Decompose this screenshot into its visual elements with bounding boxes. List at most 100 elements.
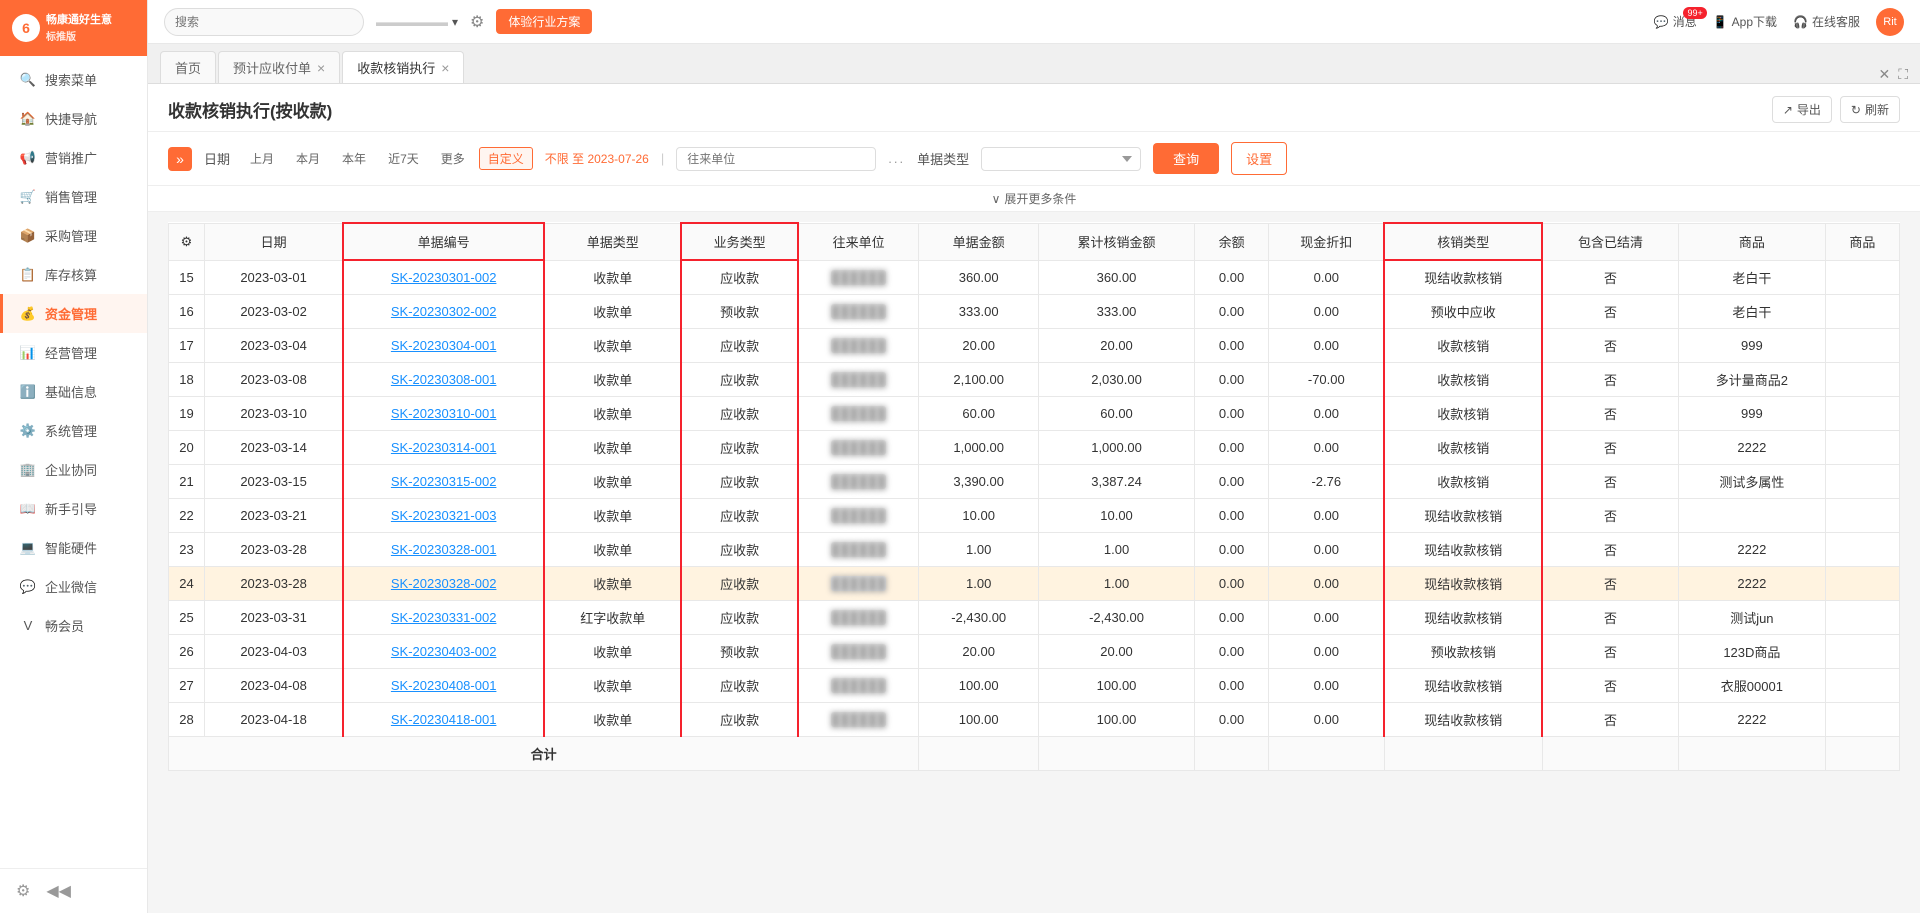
totals-goods2 — [1825, 737, 1899, 771]
date-chip-more[interactable]: 更多 — [433, 148, 473, 169]
row-amount: 333.00 — [919, 295, 1039, 329]
row-included: 否 — [1542, 601, 1678, 635]
th-partner[interactable]: 往来单位 — [798, 223, 919, 260]
online-service-link[interactable]: 🎧 在线客服 — [1793, 13, 1860, 30]
workspace-dropdown[interactable]: ▬▬▬▬▬▬ ▾ — [376, 15, 458, 29]
row-goods: 衣服00001 — [1678, 669, 1825, 703]
expand-more-button[interactable]: ∨ 展开更多条件 — [992, 190, 1077, 207]
doc-no-link[interactable]: SK-20230304-001 — [391, 338, 497, 353]
th-balance[interactable]: 余额 — [1195, 223, 1269, 260]
sidebar-item-inventory[interactable]: 📋 库存核算 — [0, 255, 147, 294]
row-discount: 0.00 — [1269, 295, 1385, 329]
doc-no-link[interactable]: SK-20230310-001 — [391, 406, 497, 421]
doc-no-link[interactable]: SK-20230314-001 — [391, 440, 497, 455]
sidebar-item-system[interactable]: ⚙️ 系统管理 — [0, 411, 147, 450]
row-goods: 999 — [1678, 397, 1825, 431]
messages-badge[interactable]: 💬 消息 99+ — [1654, 13, 1697, 30]
filter-settings-button[interactable]: 设置 — [1231, 142, 1287, 175]
row-goods2 — [1825, 397, 1899, 431]
doc-no-link[interactable]: SK-20230418-001 — [391, 712, 497, 727]
row-included: 否 — [1542, 363, 1678, 397]
th-writeoff-type[interactable]: 核销类型 — [1384, 223, 1542, 260]
th-writeoff-amount[interactable]: 累计核销金额 — [1039, 223, 1195, 260]
date-chip-7days[interactable]: 近7天 — [380, 148, 427, 169]
sidebar-item-sales[interactable]: 🛒 销售管理 — [0, 177, 147, 216]
sidebar-item-operation[interactable]: 📊 经营管理 — [0, 333, 147, 372]
app-download-link[interactable]: 📱 App下载 — [1713, 13, 1777, 30]
page-header: 收款核销执行(按收款) ↗ 导出 ↻ 刷新 — [148, 84, 1920, 132]
row-doc-no: SK-20230310-001 — [343, 397, 544, 431]
expand-tab-button[interactable]: ⛶ — [1898, 66, 1908, 83]
sidebar-item-guide[interactable]: 📖 新手引导 — [0, 489, 147, 528]
row-date: 2023-03-28 — [205, 567, 344, 601]
gear-icon[interactable]: ⚙ — [470, 12, 484, 32]
th-discount[interactable]: 现金折扣 — [1269, 223, 1385, 260]
sidebar-item-label-enterprise: 企业协同 — [45, 460, 97, 479]
tab-receivable-close-icon[interactable]: × — [317, 61, 325, 75]
date-chip-custom[interactable]: 自定义 — [479, 147, 533, 170]
row-balance: 0.00 — [1195, 465, 1269, 499]
doc-no-link[interactable]: SK-20230328-001 — [391, 542, 497, 557]
operation-icon: 📊 — [19, 344, 37, 362]
sidebar-item-marketing[interactable]: 📢 营销推广 — [0, 138, 147, 177]
doc-no-link[interactable]: SK-20230302-002 — [391, 304, 497, 319]
th-settings[interactable]: ⚙ — [169, 223, 205, 260]
user-avatar[interactable]: Rit — [1876, 8, 1904, 36]
tab-writeoff-close-icon[interactable]: × — [441, 61, 449, 75]
export-button[interactable]: ↗ 导出 — [1772, 96, 1832, 123]
th-biz-type[interactable]: 业务类型 — [681, 223, 798, 260]
sidebar-item-enterprise[interactable]: 🏢 企业协同 — [0, 450, 147, 489]
voucher-type-select[interactable] — [981, 147, 1141, 171]
th-date[interactable]: 日期 — [205, 223, 344, 260]
row-partner: ██████ — [798, 295, 919, 329]
sidebar-item-search[interactable]: 🔍 搜索菜单 — [0, 60, 147, 99]
refresh-button[interactable]: ↻ 刷新 — [1840, 96, 1900, 123]
search-input[interactable] — [164, 8, 364, 36]
tab-home[interactable]: 首页 — [160, 51, 216, 83]
sidebar-item-label-system: 系统管理 — [45, 421, 97, 440]
sidebar-item-purchase[interactable]: 📦 采购管理 — [0, 216, 147, 255]
row-balance: 0.00 — [1195, 533, 1269, 567]
sidebar-item-hardware[interactable]: 💻 智能硬件 — [0, 528, 147, 567]
tab-receivable[interactable]: 预计应收付单 × — [218, 51, 340, 83]
sidebar-item-member[interactable]: V 畅会员 — [0, 606, 147, 645]
date-chip-this-year[interactable]: 本年 — [334, 148, 374, 169]
query-button[interactable]: 查询 — [1153, 143, 1219, 174]
tab-writeoff[interactable]: 收款核销执行 × — [342, 51, 464, 83]
industry-solution-button[interactable]: 体验行业方案 — [496, 9, 592, 34]
inventory-icon: 📋 — [19, 266, 37, 284]
th-goods[interactable]: 商品 — [1678, 223, 1825, 260]
doc-no-link[interactable]: SK-20230321-003 — [391, 508, 497, 523]
filter-expand-button[interactable]: » — [168, 147, 192, 171]
partner-filter-input[interactable] — [676, 147, 876, 171]
sidebar-item-basic[interactable]: ℹ️ 基础信息 — [0, 372, 147, 411]
logo-text: 畅康通好生意 — [46, 13, 112, 27]
doc-no-link[interactable]: SK-20230308-001 — [391, 372, 497, 387]
date-chip-this-month[interactable]: 本月 — [288, 148, 328, 169]
date-chip-last-month[interactable]: 上月 — [242, 148, 282, 169]
th-doc-no[interactable]: 单据编号 — [343, 223, 544, 260]
sidebar-item-quicknav[interactable]: 🏠 快捷导航 — [0, 99, 147, 138]
doc-no-link[interactable]: SK-20230408-001 — [391, 678, 497, 693]
doc-no-link[interactable]: SK-20230301-002 — [391, 270, 497, 285]
row-doc-type: 收款单 — [544, 669, 681, 703]
close-tab-button[interactable]: ✕ — [1878, 66, 1890, 83]
collapse-icon[interactable]: ◀◀ — [46, 881, 71, 901]
sidebar-item-wechat[interactable]: 💬 企业微信 — [0, 567, 147, 606]
page-actions: ↗ 导出 ↻ 刷新 — [1772, 96, 1900, 123]
th-doc-type[interactable]: 单据类型 — [544, 223, 681, 260]
doc-no-link[interactable]: SK-20230331-002 — [391, 610, 497, 625]
doc-no-link[interactable]: SK-20230403-002 — [391, 644, 497, 659]
doc-no-link[interactable]: SK-20230315-002 — [391, 474, 497, 489]
doc-no-link[interactable]: SK-20230328-002 — [391, 576, 497, 591]
th-amount[interactable]: 单据金额 — [919, 223, 1039, 260]
th-goods2[interactable]: 商品 — [1825, 223, 1899, 260]
settings-icon[interactable]: ⚙ — [16, 881, 30, 901]
row-doc-no: SK-20230308-001 — [343, 363, 544, 397]
row-date: 2023-03-21 — [205, 499, 344, 533]
row-partner: ██████ — [798, 431, 919, 465]
row-writeoff-type: 现结收款核销 — [1384, 669, 1542, 703]
row-doc-no: SK-20230408-001 — [343, 669, 544, 703]
sidebar-item-finance[interactable]: 💰 资金管理 — [0, 294, 147, 333]
th-included[interactable]: 包含已结清 — [1542, 223, 1678, 260]
